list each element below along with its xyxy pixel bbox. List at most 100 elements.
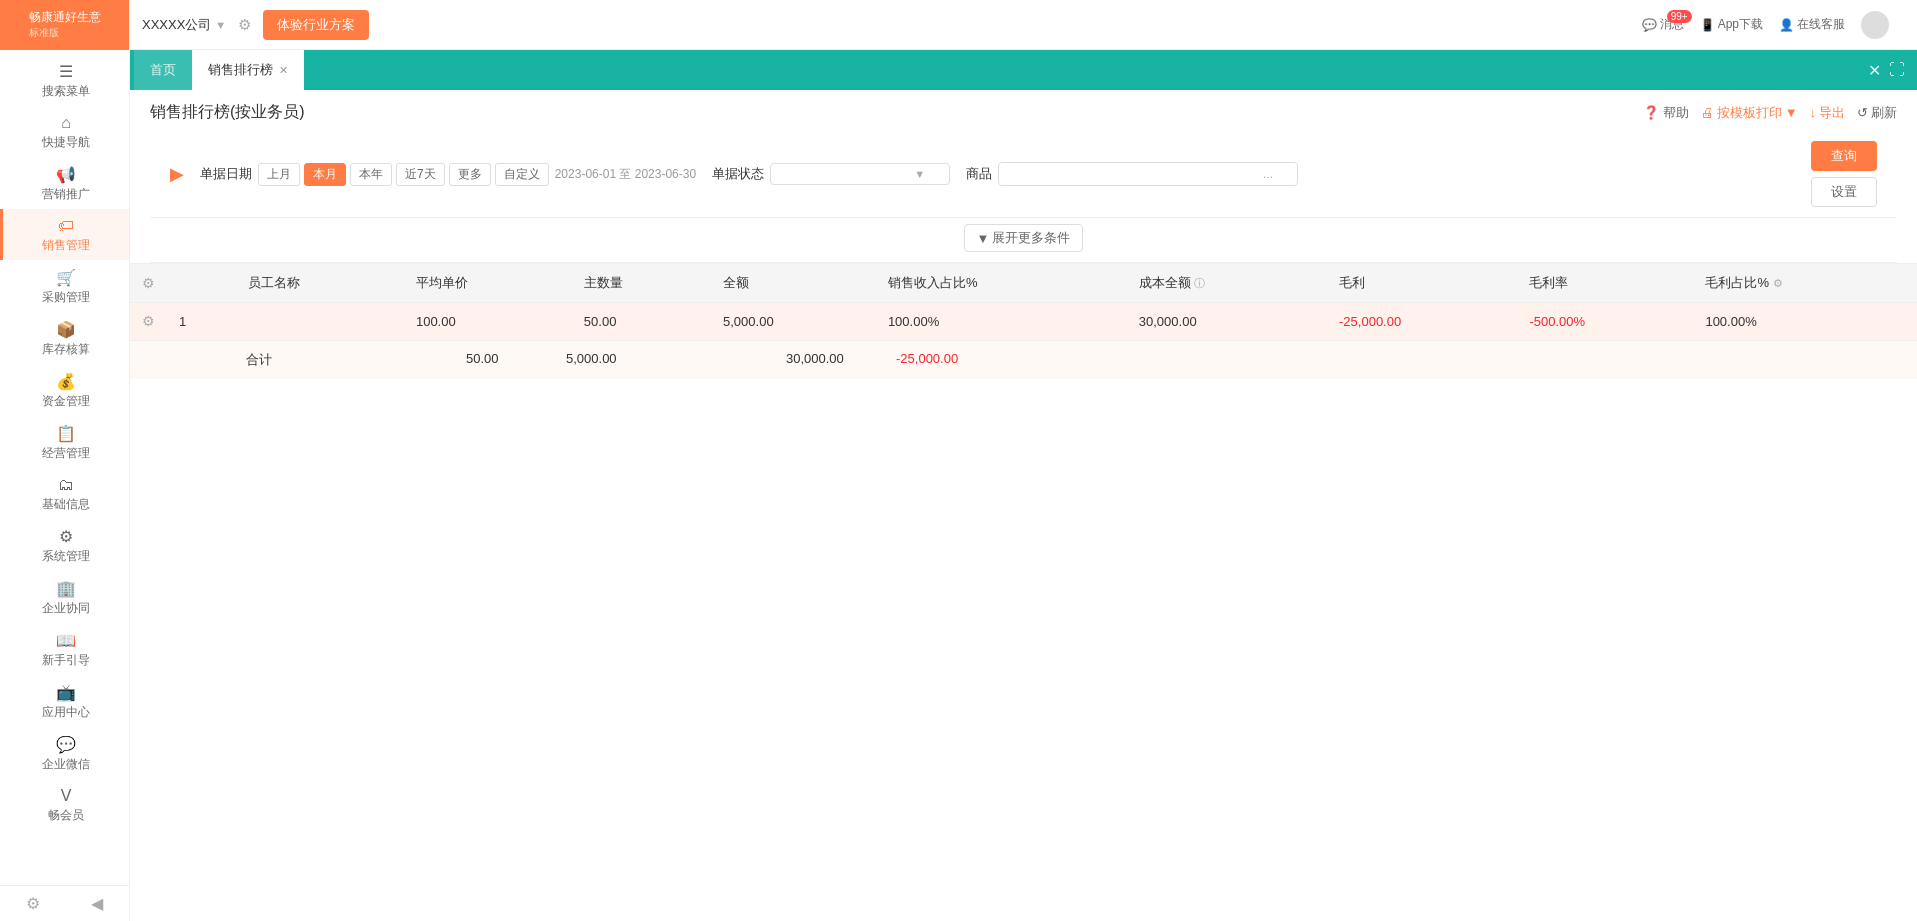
tab-expand-icon[interactable]: ⛶ (1889, 61, 1905, 79)
topbar-right: 💬 消息 99+ 📱 App下载 👤 在线客服 (1642, 11, 1905, 39)
goods-more-icon: ... (1263, 167, 1273, 181)
footer-label: 合计 (234, 351, 354, 369)
export-btn[interactable]: ↓ 导出 (1810, 104, 1846, 122)
sales-rank-table: ⚙ 员工名称 平均单价 主数量 全额 销售收入占比% 成本全额 ⓘ 毛利 毛利率… (130, 264, 1917, 340)
col-amount: 全额 (711, 264, 876, 303)
help-btn[interactable]: ❓ 帮助 (1643, 104, 1689, 122)
sidebar-label-search-order: 搜索菜单 (42, 83, 90, 100)
topbar-app-download[interactable]: 📱 App下载 (1700, 16, 1763, 33)
sidebar-label-enterprise: 企业协同 (42, 600, 90, 617)
col-gross-rate: 毛利率 (1517, 264, 1693, 303)
sidebar-label-sales: 销售管理 (42, 237, 90, 254)
app-label: App下载 (1718, 16, 1763, 33)
sidebar-settings-btn[interactable]: ⚙ (26, 894, 40, 913)
topbar: XXXXX公司 ▼ ⚙ 体验行业方案 💬 消息 99+ 📱 App下载 👤 在线… (130, 0, 1917, 50)
sidebar-icon-purchase: 🛒 (56, 268, 76, 287)
sidebar-item-operation[interactable]: 📋经营管理 (0, 416, 129, 468)
company-select[interactable]: XXXXX公司 ▼ (142, 16, 226, 34)
row-gross-ratio: 100.00% (1693, 303, 1917, 340)
row-sales-ratio: 100.00% (876, 303, 1127, 340)
refresh-label: 刷新 (1871, 104, 1897, 122)
print-label: 按模板打印 (1717, 104, 1782, 122)
date-btn-this-year[interactable]: 本年 (350, 163, 392, 186)
filter-actions: 查询 设置 (1811, 141, 1877, 207)
table-row: ⚙ 1 100.00 50.00 5,000.00 100.00% 30,000… (130, 303, 1917, 340)
topbar-message[interactable]: 💬 消息 99+ (1642, 16, 1684, 33)
sidebar-label-apps: 应用中心 (42, 704, 90, 721)
sidebar-icon-enterprise: 🏢 (56, 579, 76, 598)
cost-info-icon: ⓘ (1194, 277, 1205, 289)
query-button[interactable]: 查询 (1811, 141, 1877, 171)
sidebar-item-enterprise[interactable]: 🏢 企业协同 (0, 571, 129, 623)
row-gross: -25,000.00 (1327, 303, 1517, 340)
row-amount: 5,000.00 (711, 303, 876, 340)
filter-status-group: 单据状态 ▼ (712, 163, 950, 185)
footer-rank-spacer (174, 351, 234, 369)
page-title: 销售排行榜(按业务员) (150, 102, 305, 123)
sidebar-label-wechat: 企业微信 (42, 756, 90, 773)
status-label: 单据状态 (712, 165, 764, 183)
topbar-settings-icon[interactable]: ⚙ (234, 12, 255, 38)
sidebar-item-system[interactable]: ⚙系统管理 (0, 519, 129, 571)
expand-more-btn[interactable]: ▼ 展开更多条件 (964, 224, 1084, 252)
row-rank: 1 (167, 303, 236, 340)
sidebar-item-marketing[interactable]: 📢营销推广 (0, 157, 129, 209)
col-gross: 毛利 (1327, 264, 1517, 303)
print-arrow-icon: ▼ (1785, 105, 1798, 120)
tab-close-icon[interactable]: ✕ (279, 64, 288, 77)
sidebar-item-purchase[interactable]: 🛒采购管理 (0, 260, 129, 312)
footer-cells: 合计 50.00 5,000.00 30,000.00 -25,000.00 (142, 351, 1905, 369)
logo-title: 畅康通好生意 (29, 10, 101, 26)
goods-select[interactable]: ... (998, 162, 1298, 186)
expand-row: ▼ 展开更多条件 (150, 218, 1897, 263)
avatar[interactable] (1861, 11, 1889, 39)
row-main-qty: 50.00 (572, 303, 711, 340)
date-buttons: 上月 本月 本年 近7天 更多 自定义 (258, 163, 549, 186)
tab-close-all-icon[interactable]: ✕ (1868, 61, 1881, 80)
sidebar-item-basic[interactable]: 🗂基础信息 (0, 468, 129, 519)
refresh-icon: ↺ (1857, 105, 1868, 120)
sidebar-icon-inventory: 📦 (56, 320, 76, 339)
footer-amount: 5,000.00 (554, 351, 654, 369)
tabbar: 首页 销售排行榜 ✕ ✕ ⛶ (130, 50, 1917, 90)
topbar-online-service[interactable]: 👤 在线客服 (1779, 16, 1845, 33)
trial-button[interactable]: 体验行业方案 (263, 10, 369, 40)
date-btn-7days[interactable]: 近7天 (396, 163, 445, 186)
sidebar-item-wechat[interactable]: 💬企业微信 (0, 727, 129, 779)
sidebar-item-member[interactable]: V畅会员 (0, 779, 129, 830)
service-label: 在线客服 (1797, 16, 1845, 33)
date-btn-this-month[interactable]: 本月 (304, 163, 346, 186)
help-icon: ❓ (1643, 105, 1659, 120)
date-btn-more[interactable]: 更多 (449, 163, 491, 186)
setting-button[interactable]: 设置 (1811, 177, 1877, 207)
row-settings[interactable]: ⚙ (130, 303, 167, 340)
tab-home[interactable]: 首页 (134, 50, 192, 90)
app-icon: 📱 (1700, 18, 1715, 32)
sidebar-item-quick-nav[interactable]: ⌂快捷导航 (0, 106, 129, 157)
date-btn-custom[interactable]: 自定义 (495, 163, 549, 186)
row-employee (236, 303, 404, 340)
print-icon: 🖨 (1701, 105, 1714, 120)
status-select[interactable]: ▼ (770, 163, 950, 185)
tab-sales-rank[interactable]: 销售排行榜 ✕ (192, 50, 304, 90)
status-arrow-icon: ▼ (914, 168, 925, 180)
help-label: 帮助 (1663, 105, 1689, 120)
col-settings[interactable]: ⚙ (130, 264, 167, 303)
sidebar-item-apps[interactable]: 📺应用中心 (0, 675, 129, 727)
sidebar-item-finance[interactable]: 💰资金管理 (0, 364, 129, 416)
sidebar-item-inventory[interactable]: 📦库存核算 (0, 312, 129, 364)
refresh-btn[interactable]: ↺ 刷新 (1857, 104, 1897, 122)
date-btn-prev-month[interactable]: 上月 (258, 163, 300, 186)
print-btn[interactable]: 🖨 按模板打印 ▼ (1701, 104, 1798, 122)
sidebar-icon-sales: 🏷 (58, 217, 74, 235)
message-icon: 💬 (1642, 18, 1657, 32)
col-main-qty: 主数量 (572, 264, 711, 303)
col-avg-price: 平均单价 (404, 264, 572, 303)
sidebar-collapse-btn[interactable]: ◀ (91, 894, 103, 913)
sidebar-item-search-order[interactable]: ☰搜索菜单 (0, 54, 129, 106)
filter-expand-icon[interactable]: ▶ (170, 163, 184, 185)
sidebar-item-sales[interactable]: 🏷 销售管理 (0, 209, 129, 260)
date-label: 单据日期 (200, 165, 252, 183)
footer-cost-amount: 30,000.00 (774, 351, 884, 369)
sidebar-item-guide[interactable]: 📖新手引导 (0, 623, 129, 675)
